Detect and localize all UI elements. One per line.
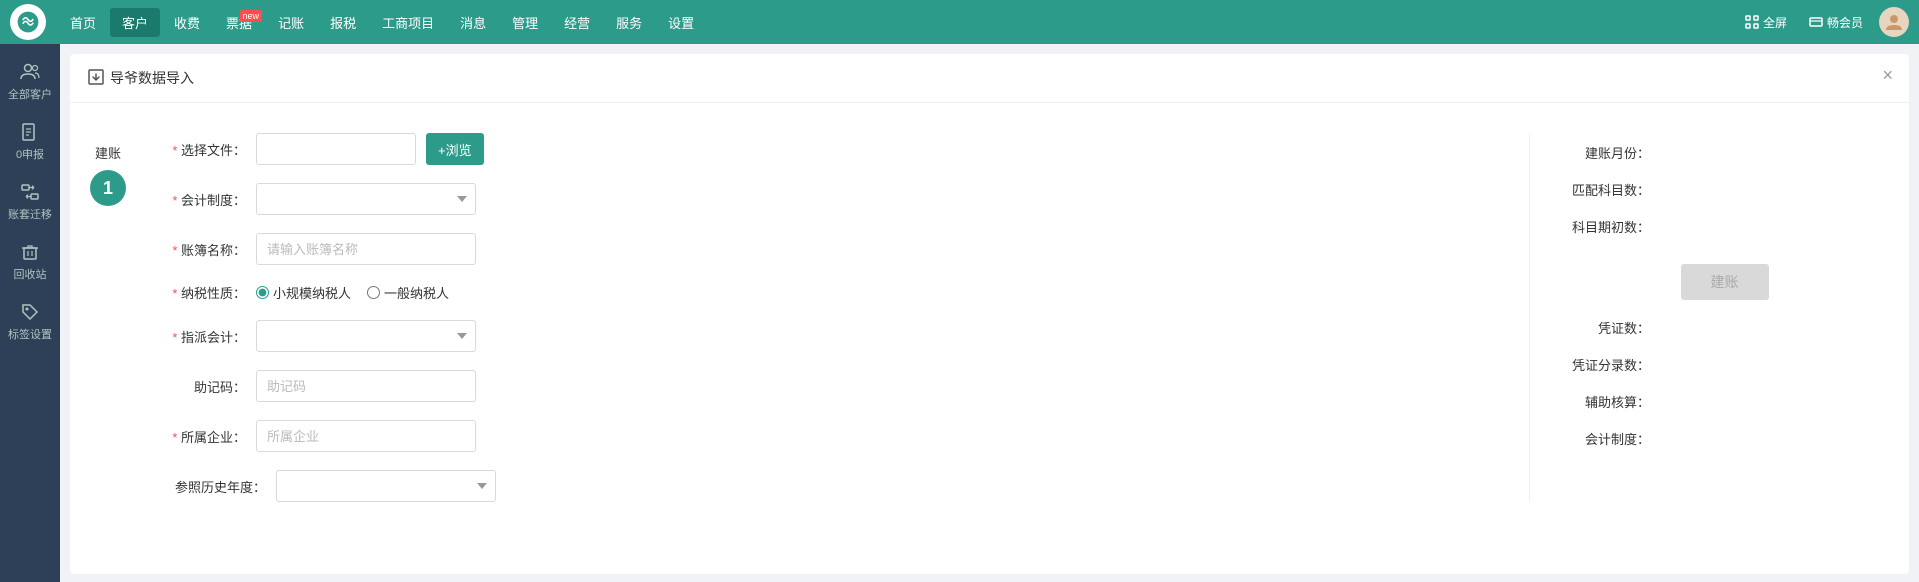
memo-code-input[interactable] [256, 370, 476, 402]
account-system-row: 会计制度： [166, 183, 1529, 215]
ledger-name-input[interactable] [256, 233, 476, 265]
tax-general-label: 一般纳税人 [384, 283, 449, 302]
subject-init-label: 科目期初数： [1560, 217, 1650, 236]
tag-icon [20, 302, 40, 322]
fullscreen-icon [1745, 15, 1759, 29]
nav-item-customer[interactable]: 客户 [110, 8, 160, 37]
tax-general-option[interactable]: 一般纳税人 [367, 283, 449, 302]
subject-init-row: 科目期初数： [1560, 217, 1889, 236]
import-card: 导爷数据导入 × 建账 1 选择文件： +浏览 [70, 54, 1909, 574]
tax-radio-group: 小规模纳税人 一般纳税人 [256, 283, 449, 302]
account-system-info-row: 会计制度： [1560, 429, 1889, 448]
voucher-num-row: 凭证数： [1560, 318, 1889, 337]
match-subjects-row: 匹配科目数： [1560, 180, 1889, 199]
step-indicator: 建账 1 [90, 133, 126, 502]
sidebar: 全部客户 0申报 账套迁移 回收站 [0, 44, 60, 582]
step-label: 建账 [95, 143, 121, 162]
voucher-entries-row: 凭证分录数： [1560, 355, 1889, 374]
card-title: 导爷数据导入 [110, 68, 194, 88]
tax-small-option[interactable]: 小规模纳税人 [256, 283, 351, 302]
card-header: 导爷数据导入 [70, 54, 1909, 103]
sidebar-item-tags[interactable]: 标签设置 [0, 292, 60, 352]
user-avatar[interactable] [1879, 7, 1909, 37]
sidebar-label-zeroreport: 0申报 [16, 146, 44, 162]
owner-company-label: 所属企业： [166, 427, 246, 446]
sidebar-item-migrate[interactable]: 账套迁移 [0, 172, 60, 232]
aux-calc-label: 辅助核算： [1560, 392, 1650, 411]
step-circle: 1 [90, 170, 126, 206]
member-icon [1809, 15, 1823, 29]
nav-logo[interactable] [10, 4, 46, 40]
import-icon [88, 69, 104, 88]
nav-item-operation[interactable]: 经营 [552, 8, 602, 37]
nav-item-tax[interactable]: 报税 [318, 8, 368, 37]
sidebar-label-tags: 标签设置 [8, 326, 52, 342]
nav-item-bookkeeping[interactable]: 记账 [266, 8, 316, 37]
form-left: 建账 1 选择文件： +浏览 会计制度： [90, 133, 1529, 502]
nav-item-settings[interactable]: 设置 [656, 8, 706, 37]
file-label: 选择文件： [166, 140, 246, 159]
new-badge: new [240, 10, 263, 23]
ref-history-year-row: 参照历史年度： [166, 470, 1529, 502]
nav-item-message[interactable]: 消息 [448, 8, 498, 37]
users-icon [20, 62, 40, 82]
member-button[interactable]: 畅会员 [1803, 10, 1869, 35]
voucher-entries-label: 凭证分录数： [1560, 355, 1650, 374]
assign-accountant-row: 指派会计： [166, 320, 1529, 352]
sidebar-label-recycle: 回收站 [14, 266, 47, 282]
owner-company-row: 所属企业： [166, 420, 1529, 452]
nav-item-fee[interactable]: 收费 [162, 8, 212, 37]
account-system-info-label: 会计制度： [1560, 429, 1650, 448]
voucher-num-label: 凭证数： [1560, 318, 1650, 337]
ref-history-year-label: 参照历史年度： [166, 477, 266, 496]
tax-type-label: 纳税性质： [166, 283, 246, 302]
fullscreen-label: 全屏 [1763, 14, 1787, 31]
form-container: 建账 1 选择文件： +浏览 会计制度： [70, 103, 1909, 522]
owner-company-input[interactable] [256, 420, 476, 452]
nav-item-business[interactable]: 工商项目 [370, 8, 446, 37]
build-month-row: 建账月份： [1560, 143, 1889, 162]
top-nav: 首页 客户 收费 票据 new 记账 报税 工商项目 消息 管理 经营 服务 设… [0, 0, 1919, 44]
sidebar-label-migrate: 账套迁移 [8, 206, 52, 222]
nav-item-manage[interactable]: 管理 [500, 8, 550, 37]
trash-icon [20, 242, 40, 262]
memo-code-label: 助记码： [166, 377, 246, 396]
nav-item-home[interactable]: 首页 [58, 8, 108, 37]
close-button[interactable]: × [1882, 66, 1893, 84]
build-month-label: 建账月份： [1560, 143, 1650, 162]
assign-accountant-label: 指派会计： [166, 327, 246, 346]
nav-items: 首页 客户 收费 票据 new 记账 报税 工商项目 消息 管理 经营 服务 设… [58, 8, 1739, 37]
assign-accountant-select[interactable] [256, 320, 476, 352]
file-row: 选择文件： +浏览 [166, 133, 1529, 165]
account-system-label: 会计制度： [166, 190, 246, 209]
form-right: 建账月份： 匹配科目数： 科目期初数： 建账 凭证数： 凭证分录数： [1529, 133, 1889, 502]
avatar-icon [1884, 12, 1904, 32]
ledger-name-row: 账簿名称： [166, 233, 1529, 265]
sidebar-label-customers: 全部客户 [8, 86, 52, 102]
nav-right: 全屏 畅会员 [1739, 7, 1909, 37]
memo-code-row: 助记码： [166, 370, 1529, 402]
ledger-name-label: 账簿名称： [166, 240, 246, 259]
tax-small-label: 小规模纳税人 [273, 283, 351, 302]
member-label: 畅会员 [1827, 14, 1863, 31]
file-icon [20, 122, 40, 142]
form-fields: 选择文件： +浏览 会计制度： 账簿名称： [166, 133, 1529, 502]
aux-calc-row: 辅助核算： [1560, 392, 1889, 411]
create-account-button[interactable]: 建账 [1681, 264, 1769, 300]
migrate-icon [20, 182, 40, 202]
browse-button[interactable]: +浏览 [426, 133, 484, 165]
main-content: 导爷数据导入 × 建账 1 选择文件： +浏览 [60, 44, 1919, 582]
ref-history-year-select[interactable] [276, 470, 496, 502]
sidebar-item-zero-report[interactable]: 0申报 [0, 112, 60, 172]
sidebar-item-recycle[interactable]: 回收站 [0, 232, 60, 292]
nav-item-service[interactable]: 服务 [604, 8, 654, 37]
logo-icon [17, 11, 39, 33]
sidebar-item-all-customers[interactable]: 全部客户 [0, 52, 60, 112]
file-input[interactable] [256, 133, 416, 165]
tax-type-row: 纳税性质： 小规模纳税人 一般纳税人 [166, 283, 1529, 302]
fullscreen-button[interactable]: 全屏 [1739, 10, 1793, 35]
nav-item-invoice[interactable]: 票据 new [214, 8, 264, 37]
account-system-select[interactable] [256, 183, 476, 215]
match-subjects-label: 匹配科目数： [1560, 180, 1650, 199]
